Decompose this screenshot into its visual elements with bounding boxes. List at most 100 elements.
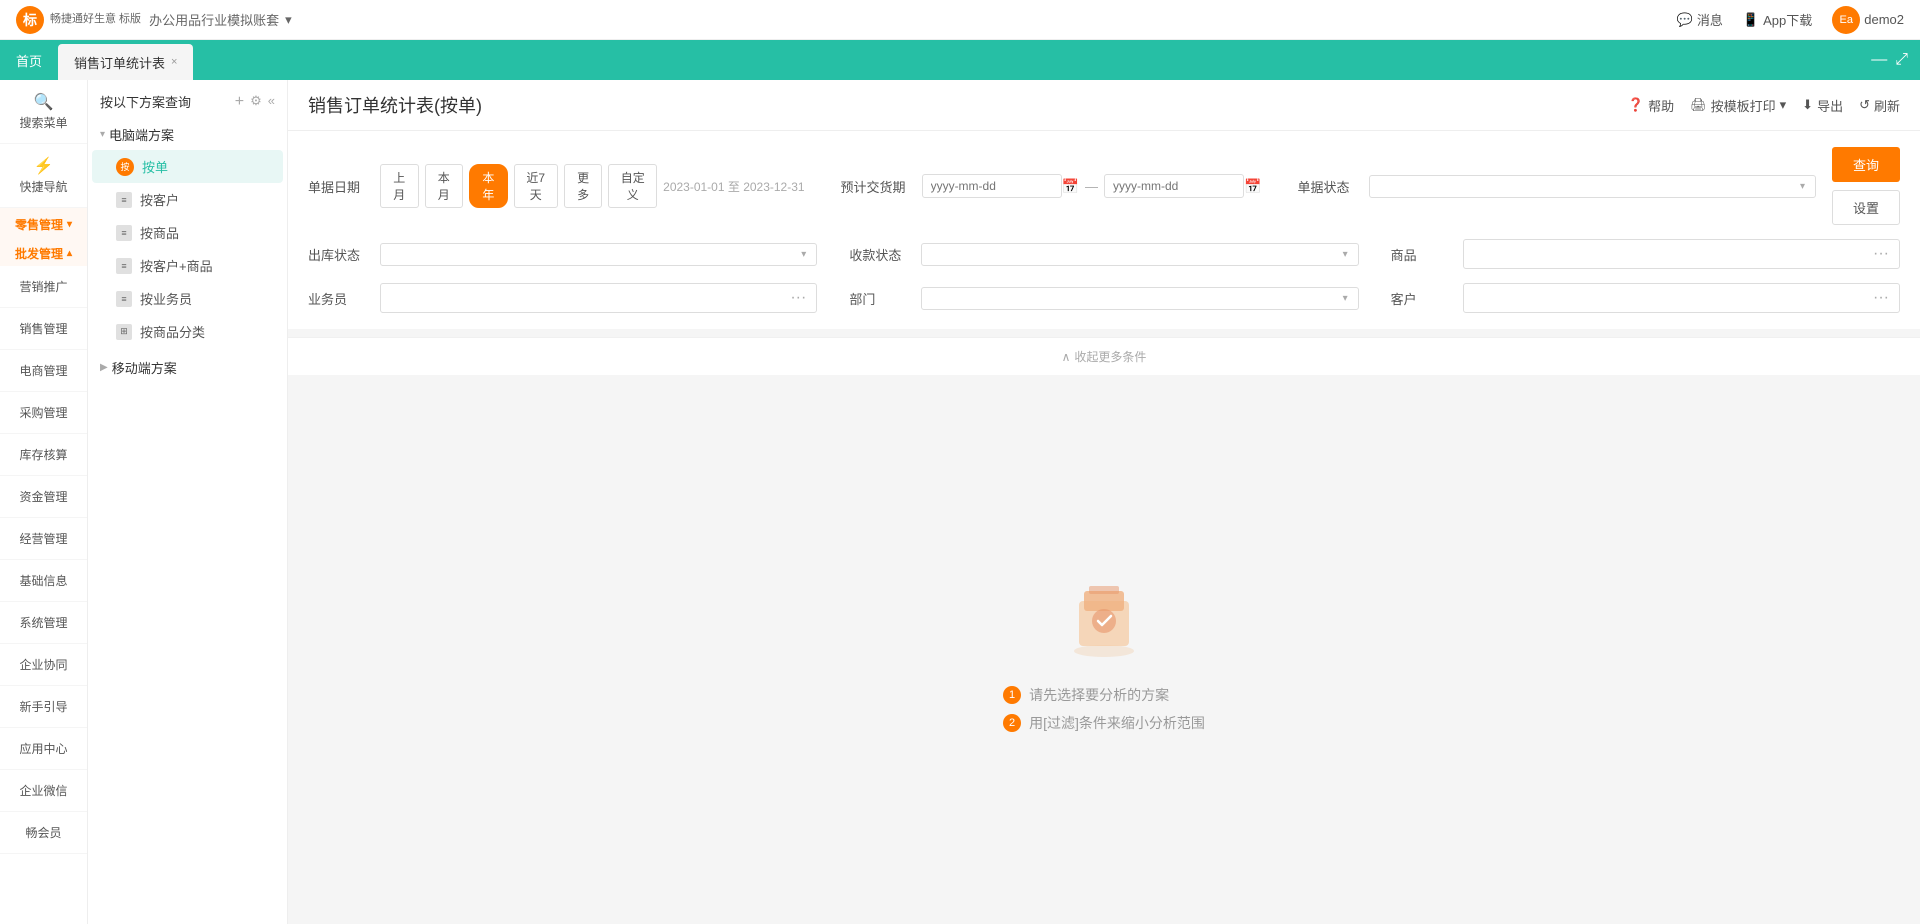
empty-illustration	[1054, 566, 1154, 669]
mobile-plan-group-header[interactable]: ▶ 移动端方案	[88, 352, 287, 383]
goods-input-area[interactable]: ···	[1463, 239, 1900, 269]
date-btn-last-month[interactable]: 上月	[380, 164, 419, 208]
tab-maximize-icon[interactable]: ⤢	[1895, 51, 1908, 69]
expected-date-from-input[interactable]	[922, 174, 1062, 198]
export-button[interactable]: ⬇ 导出	[1802, 96, 1843, 115]
delivery-select[interactable]: ▾	[380, 243, 817, 266]
salesperson-input-area[interactable]: ···	[380, 283, 817, 313]
tab-home[interactable]: 首页	[0, 40, 58, 80]
logo-icon: 标	[16, 6, 44, 34]
sidebar-item-new-user[interactable]: 新手引导	[0, 686, 87, 728]
sidebar-item-member[interactable]: 畅会员	[0, 812, 87, 854]
goods-label: 商品	[1391, 245, 1447, 264]
department-label: 部门	[849, 289, 905, 308]
avatar: Ea	[1832, 6, 1860, 34]
refresh-button[interactable]: ↺ 刷新	[1859, 96, 1900, 115]
left-panel: 按以下方案查询 + ⚙ « ▾ 电脑端方案 按 按单 ≡ 按客户 ≡	[88, 80, 288, 924]
sidebar-item-purchase-mgmt[interactable]: 采购管理	[0, 392, 87, 434]
sidebar-item-enterprise-collab[interactable]: 企业协同	[0, 644, 87, 686]
calendar-from-icon[interactable]: 📅	[1062, 178, 1079, 195]
group-arrow-icon: ▾	[100, 129, 105, 140]
order-status-arrow-icon: ▾	[1800, 181, 1805, 192]
tab-minimize-icon[interactable]: —	[1871, 51, 1887, 69]
left-panel-actions: + ⚙ «	[235, 93, 275, 111]
add-plan-button[interactable]: +	[235, 93, 244, 111]
filter-area: 单据日期 上月 本月 本年 近7天 更多 自定义 2023-01-01 至 20…	[288, 131, 1920, 329]
mobile-plan-group: ▶ 移动端方案	[88, 352, 287, 383]
by-product-icon: ≡	[116, 225, 132, 241]
sidebar-item-inventory[interactable]: 库存核算	[0, 434, 87, 476]
sidebar-item-marketing[interactable]: 营销推广	[0, 266, 87, 308]
plan-item-by-customer-product[interactable]: ≡ 按客户+商品	[92, 249, 283, 282]
top-bar-right: 💬 消息 📱 App下载 Ea demo2	[1677, 6, 1904, 34]
wholesale-arrow-icon: ▴	[67, 248, 72, 259]
customer-input-area[interactable]: ···	[1463, 283, 1900, 313]
department-select[interactable]: ▾	[921, 287, 1358, 310]
date-btn-this-month[interactable]: 本月	[425, 164, 464, 208]
sidebar-item-finance-mgmt[interactable]: 资金管理	[0, 476, 87, 518]
plan-item-by-customer[interactable]: ≡ 按客户	[92, 183, 283, 216]
message-button[interactable]: 💬 消息	[1677, 10, 1723, 29]
sidebar-item-sales-mgmt[interactable]: 销售管理	[0, 308, 87, 350]
salesperson-dots[interactable]: ···	[790, 289, 806, 307]
sidebar-item-system-mgmt[interactable]: 系统管理	[0, 602, 87, 644]
tip-1-text: 请先选择要分析的方案	[1029, 685, 1169, 705]
filter-row-date: 单据日期 上月 本月 本年 近7天 更多 自定义 2023-01-01 至 20…	[308, 147, 1900, 225]
tab-close-icon[interactable]: ×	[171, 56, 177, 68]
sidebar-item-wholesale-mgmt[interactable]: 批发管理 ▴	[0, 237, 87, 266]
tab-sales-order-stats[interactable]: 销售订单统计表 ×	[58, 44, 193, 80]
sidebar-item-basic-info[interactable]: 基础信息	[0, 560, 87, 602]
top-bar: 标 畅捷通好生意 标版 办公用品行业模拟账套 ▾ 💬 消息 📱 App下载 Ea…	[0, 0, 1920, 40]
date-btn-this-year[interactable]: 本年	[469, 164, 508, 208]
print-button[interactable]: 🖨 按模板打印 ▾	[1690, 96, 1786, 115]
by-customer-icon: ≡	[116, 192, 132, 208]
top-bar-left: 标 畅捷通好生意 标版 办公用品行业模拟账套 ▾	[16, 6, 292, 34]
date-btn-custom[interactable]: 自定义	[608, 164, 657, 208]
page-title: 销售订单统计表(按单)	[308, 92, 482, 130]
sidebar-item-quick-nav[interactable]: ⚡ 快捷导航	[0, 144, 87, 208]
plan-item-by-category[interactable]: ⊞ 按商品分类	[92, 315, 283, 348]
user-menu[interactable]: Ea demo2	[1832, 6, 1904, 34]
date-button-group: 上月 本月 本年 近7天 更多 自定义 2023-01-01 至 2023-12…	[380, 164, 805, 208]
logo-text: 畅捷通好生意 标版	[50, 12, 141, 26]
expected-date-inputs: 📅 — 📅	[922, 174, 1262, 198]
payment-select[interactable]: ▾	[921, 243, 1358, 266]
order-status-label: 单据状态	[1297, 177, 1353, 196]
collapse-bar[interactable]: ∧ 收起更多条件	[288, 337, 1920, 375]
goods-dots[interactable]: ···	[1873, 245, 1889, 263]
desktop-plan-group-header[interactable]: ▾ 电脑端方案	[88, 119, 287, 150]
message-icon: 💬	[1677, 12, 1693, 28]
left-panel-header: 按以下方案查询 + ⚙ «	[88, 92, 287, 119]
sidebar-item-operations-mgmt[interactable]: 经营管理	[0, 518, 87, 560]
expected-date-label: 预计交货期	[841, 177, 906, 196]
sidebar-item-enterprise-wechat[interactable]: 企业微信	[0, 770, 87, 812]
by-customer-product-icon: ≡	[116, 258, 132, 274]
print-arrow-icon: ▾	[1780, 97, 1787, 113]
app-download-button[interactable]: 📱 App下载	[1743, 10, 1812, 29]
settings-button[interactable]: 设置	[1832, 190, 1900, 225]
empty-tip-1: 1 请先选择要分析的方案	[1003, 685, 1205, 705]
sidebar-item-ecommerce-mgmt[interactable]: 电商管理	[0, 350, 87, 392]
tip-2-text: 用[过滤]条件来缩小分析范围	[1029, 713, 1205, 733]
by-category-icon: ⊞	[116, 324, 132, 340]
calendar-to-icon[interactable]: 📅	[1244, 178, 1261, 195]
plan-item-by-order[interactable]: 按 按单	[92, 150, 283, 183]
settings-plan-button[interactable]: ⚙	[250, 93, 262, 111]
date-btn-7days[interactable]: 近7天	[514, 164, 558, 208]
plan-item-by-salesperson[interactable]: ≡ 按业务员	[92, 282, 283, 315]
plan-item-by-product[interactable]: ≡ 按商品	[92, 216, 283, 249]
customer-dots[interactable]: ···	[1873, 289, 1889, 307]
breadcrumb-area[interactable]: 办公用品行业模拟账套 ▾	[149, 10, 292, 29]
breadcrumb-text: 办公用品行业模拟账套	[149, 10, 279, 29]
date-btn-more[interactable]: 更多	[564, 164, 603, 208]
order-status-select[interactable]: ▾	[1369, 175, 1816, 198]
sidebar-item-app-center[interactable]: 应用中心	[0, 728, 87, 770]
query-button[interactable]: 查询	[1832, 147, 1900, 182]
mobile-group-arrow-icon: ▶	[100, 362, 108, 373]
payment-label: 收款状态	[849, 245, 905, 264]
collapse-panel-button[interactable]: «	[268, 93, 275, 111]
expected-date-to-input[interactable]	[1104, 174, 1244, 198]
help-button[interactable]: ❓ 帮助	[1628, 96, 1674, 115]
sidebar-item-search-menu[interactable]: 🔍 搜索菜单	[0, 80, 87, 144]
sidebar-item-retail-mgmt[interactable]: 零售管理 ▾	[0, 208, 87, 237]
